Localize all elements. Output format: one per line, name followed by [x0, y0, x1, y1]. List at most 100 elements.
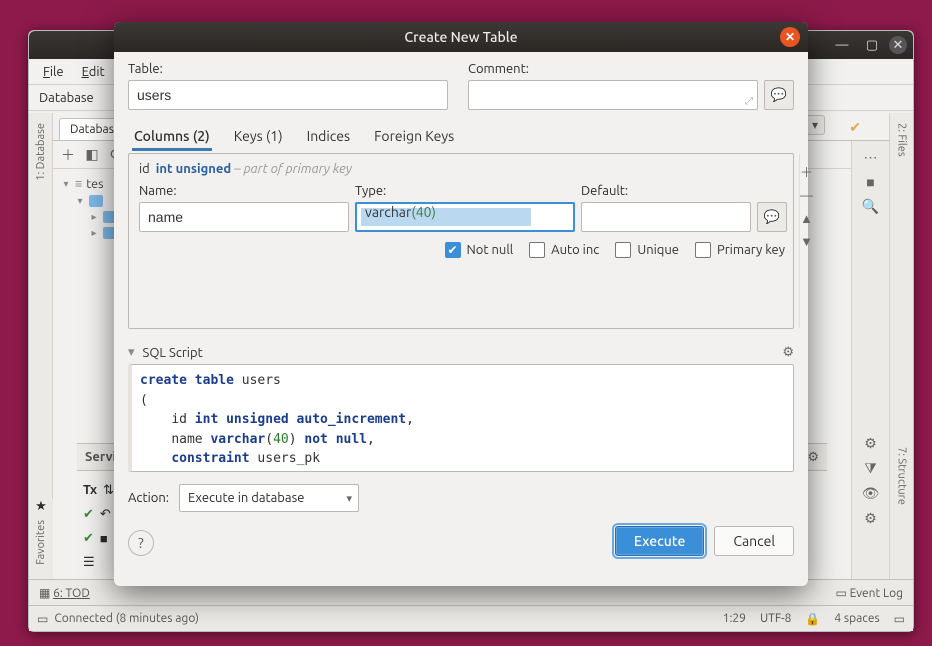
- ide-statusbar: ▭ Connected (8 minutes ago) 1:29 UTF-8 🔒…: [29, 605, 913, 631]
- filter-icon[interactable]: ⧩: [864, 460, 877, 477]
- favorites-gutter: ★ Favorites: [29, 499, 53, 579]
- gear-icon[interactable]: ⚙: [864, 435, 877, 452]
- unique-checkbox[interactable]: Unique: [615, 242, 679, 258]
- col-type-input[interactable]: varchar(40): [355, 202, 575, 232]
- stop-icon[interactable]: ■: [100, 531, 108, 546]
- menu-file[interactable]: FFileile: [37, 62, 70, 82]
- comment-options-button[interactable]: 💬: [764, 80, 794, 110]
- tx-options-icon[interactable]: ⇅: [103, 482, 114, 498]
- col-default-input[interactable]: [581, 202, 751, 232]
- pk-col-type: int unsigned: [156, 162, 231, 176]
- action-row: Action: Execute in database: [128, 484, 794, 512]
- columns-panel: id int unsigned – part of primary key Na…: [128, 153, 794, 329]
- chevron-down-icon: ▾: [812, 118, 818, 132]
- tree-root-label[interactable]: tes: [86, 177, 103, 191]
- tab-foreign-keys[interactable]: Foreign Keys: [372, 124, 456, 151]
- check-icon: ✔: [849, 119, 861, 136]
- breadcrumb-item[interactable]: Database: [39, 91, 94, 105]
- list-icon[interactable]: ☰: [83, 554, 95, 570]
- db-source-icon[interactable]: ◧: [83, 146, 101, 164]
- folder-icon: [89, 195, 103, 207]
- search-icon[interactable]: 🔍: [862, 198, 879, 215]
- speech-icon: 💬: [764, 210, 780, 225]
- gear-icon[interactable]: ⚙: [782, 345, 794, 360]
- close-button[interactable]: ✕: [889, 36, 907, 54]
- footer-todo[interactable]: ▦ 6: TOD: [39, 586, 90, 600]
- minimize-button[interactable]: —: [829, 35, 855, 55]
- statusbar-menu-icon[interactable]: ▭: [894, 612, 905, 626]
- chevron-right-icon[interactable]: ▸: [89, 227, 99, 239]
- execute-button[interactable]: Execute: [615, 526, 704, 556]
- sql-script-header[interactable]: ▾ SQL Script ⚙: [128, 345, 794, 360]
- chevron-down-icon[interactable]: ▾: [61, 178, 71, 190]
- cancel-button[interactable]: Cancel: [714, 526, 794, 556]
- sql-script-title: SQL Script: [143, 346, 203, 360]
- table-name-label: Table:: [128, 62, 448, 76]
- col-type-label: Type:: [355, 184, 575, 198]
- dialog-close-button[interactable]: ✕: [780, 27, 800, 47]
- table-name-input[interactable]: [128, 80, 448, 110]
- expand-icon[interactable]: ⤢: [745, 95, 753, 107]
- encoding-label[interactable]: UTF-8: [760, 612, 791, 625]
- create-table-dialog: Create New Table ✕ Table: Comment: ⤢ 💬: [114, 22, 808, 586]
- chevron-right-icon[interactable]: ▸: [89, 211, 99, 223]
- add-icon[interactable]: ＋: [59, 146, 77, 164]
- pk-col-hint: – part of primary key: [234, 162, 352, 176]
- right-tool-gutter: 2: Files 7: Structure: [889, 113, 913, 605]
- tab-indices[interactable]: Indices: [305, 124, 352, 151]
- check-green-icon[interactable]: ✔: [83, 530, 94, 546]
- speech-icon: 💬: [771, 88, 787, 103]
- star-icon: ★: [35, 499, 47, 514]
- rollback-alt-icon[interactable]: ↶: [100, 506, 111, 522]
- remove-column-icon[interactable]: —: [800, 189, 813, 203]
- checkmark-icon[interactable]: ✔: [83, 506, 94, 522]
- pk-column-row[interactable]: id int unsigned – part of primary key: [139, 160, 789, 178]
- action-select[interactable]: Execute in database: [179, 484, 359, 512]
- datasource-icon: ≡: [75, 177, 82, 191]
- tx-label: Tx: [83, 483, 97, 497]
- dialog-titlebar: Create New Table ✕: [114, 22, 808, 52]
- event-log-button[interactable]: ▭ Event Log: [836, 586, 903, 600]
- column-tabs: Columns (2) Keys (1) Indices Foreign Key…: [128, 124, 794, 151]
- gear-icon[interactable]: ⚙: [807, 450, 819, 465]
- type-num: (40): [411, 204, 436, 220]
- tool-database[interactable]: 1: Database: [35, 123, 47, 181]
- add-column-icon[interactable]: ＋: [800, 162, 813, 181]
- primarykey-checkbox[interactable]: Primary key: [695, 242, 785, 258]
- maximize-button[interactable]: ▢: [859, 35, 885, 55]
- move-up-icon[interactable]: ▲: [800, 211, 813, 226]
- pk-col-name: id: [139, 162, 150, 176]
- type-kw: varchar: [365, 204, 411, 220]
- stop-alt-icon[interactable]: ■: [866, 174, 874, 190]
- favorites-label[interactable]: Favorites: [35, 520, 47, 565]
- help-button[interactable]: ?: [128, 530, 154, 556]
- autoinc-checkbox[interactable]: Auto inc: [529, 242, 599, 258]
- menu-edit[interactable]: EEditdit: [76, 62, 111, 82]
- col-default-label: Default:: [581, 184, 751, 198]
- settings-icon[interactable]: ⚙: [864, 510, 877, 527]
- chevron-down-icon: ▾: [128, 345, 135, 360]
- tab-columns[interactable]: Columns (2): [132, 124, 212, 151]
- caret-position: 1:29: [723, 612, 746, 625]
- comment-label: Comment:: [468, 62, 794, 76]
- lock-icon[interactable]: 🔒: [805, 612, 820, 626]
- indent-label[interactable]: 4 spaces: [834, 612, 879, 625]
- move-down-icon[interactable]: ▼: [800, 234, 813, 249]
- dialog-title: Create New Table: [404, 29, 517, 45]
- tab-keys[interactable]: Keys (1): [232, 124, 285, 151]
- chevron-down-icon[interactable]: ▾: [75, 195, 85, 207]
- tool-files[interactable]: 2: Files: [896, 123, 908, 157]
- col-name-label: Name:: [139, 184, 349, 198]
- sql-preview[interactable]: create table users ( id int unsigned aut…: [128, 364, 794, 472]
- col-extra-button[interactable]: 💬: [757, 202, 787, 232]
- col-name-input[interactable]: [139, 202, 349, 232]
- action-value: Execute in database: [188, 491, 304, 505]
- status-text: Connected (8 minutes ago): [54, 612, 199, 625]
- tool-structure[interactable]: 7: Structure: [896, 447, 908, 505]
- status-connected-icon: ▭: [37, 612, 48, 626]
- right-toolbar: ⋯ ■ 🔍 ⚙ ⧩ 👁 ⚙: [851, 141, 889, 605]
- eye-icon[interactable]: 👁: [862, 485, 880, 502]
- notnull-checkbox[interactable]: ✔Not null: [445, 242, 514, 258]
- more-icon[interactable]: ⋯: [864, 149, 878, 166]
- comment-input[interactable]: ⤢: [468, 80, 758, 110]
